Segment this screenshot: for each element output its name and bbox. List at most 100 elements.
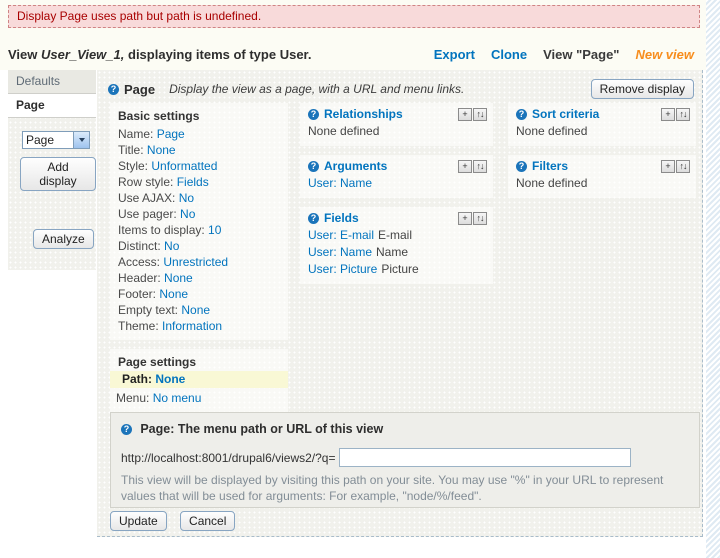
setting-label: Header: (118, 271, 161, 285)
setting-theme-link[interactable]: Information (162, 319, 222, 333)
setting-row-style-link[interactable]: Fields (177, 175, 209, 189)
path-label: Path: (122, 372, 152, 386)
setting-row-items: Items to display: 10 (118, 222, 282, 238)
argument-user-name-link[interactable]: User: Name (308, 176, 372, 190)
help-icon[interactable]: ? (308, 212, 319, 224)
rearrange-icon[interactable]: ↑↓ (676, 107, 690, 121)
relationships-header: ? Relationships + ↑↓ (308, 107, 487, 123)
setting-label: Footer: (118, 287, 157, 301)
settings-column-middle: ? Relationships + ↑↓ None defined ? Argu… (300, 103, 493, 293)
help-icon[interactable]: ? (516, 160, 527, 172)
help-icon[interactable]: ? (108, 83, 119, 95)
basic-settings-title: Basic settings (118, 109, 200, 123)
page-settings-block: Page settings Path: None Menu: No menu (110, 349, 288, 412)
add-icon[interactable]: + (458, 159, 472, 173)
rearrange-icon[interactable]: ↑↓ (473, 211, 487, 225)
menu-label: Menu: (116, 391, 150, 405)
rearrange-icon[interactable]: ↑↓ (473, 107, 487, 121)
display-sidebar: Defaults Page Page Add display Analyze (8, 70, 96, 270)
setting-access-link[interactable]: Unrestricted (163, 255, 228, 269)
setting-row-access: Access: Unrestricted (118, 254, 282, 270)
setting-pager-link[interactable]: No (180, 207, 195, 221)
setting-row-pager: Use pager: No (118, 206, 282, 222)
display-settings-panel: ? Page Display the view as a page, with … (97, 70, 703, 537)
new-view-link[interactable]: New view (635, 47, 694, 62)
setting-label: Name: (118, 127, 154, 141)
setting-title-link[interactable]: None (147, 143, 176, 157)
arguments-header: ? Arguments + ↑↓ (308, 159, 487, 175)
sort-criteria-block: ? Sort criteria + ↑↓ None defined (508, 103, 696, 146)
theme-edge-decoration (706, 0, 720, 558)
setting-label: Use pager: (118, 207, 177, 221)
filters-title-link[interactable]: Filters (532, 159, 661, 173)
path-setting-row: Path: None (110, 371, 288, 388)
setting-label: Theme: (118, 319, 159, 333)
filters-header: ? Filters + ↑↓ (516, 159, 690, 175)
field-picture-link[interactable]: User: Picture (308, 262, 377, 276)
add-display-button[interactable]: Add display (20, 157, 96, 191)
setting-row-ajax: Use AJAX: No (118, 190, 282, 206)
add-icon[interactable]: + (661, 107, 675, 121)
add-icon[interactable]: + (458, 211, 472, 225)
path-input[interactable] (339, 448, 632, 467)
basic-settings-block: Basic settings Name: Page Title: None St… (110, 103, 288, 340)
rearrange-icon[interactable]: ↑↓ (676, 159, 690, 173)
setting-footer-link[interactable]: None (159, 287, 188, 301)
menu-setting-row: Menu: No menu (110, 388, 288, 406)
field-item-email: User: E-mail E-mail (308, 227, 487, 244)
tab-page[interactable]: Page (8, 94, 96, 118)
setting-header-link[interactable]: None (164, 271, 193, 285)
menu-value-link[interactable]: No menu (153, 391, 202, 405)
field-name-link[interactable]: User: Name (308, 245, 372, 259)
setting-ajax-link[interactable]: No (179, 191, 194, 205)
clone-link[interactable]: Clone (491, 47, 527, 62)
view-header: View User_View_1, displaying items of ty… (8, 44, 702, 64)
setting-label: Row style: (118, 175, 174, 189)
view-page-link[interactable]: View "Page" (543, 47, 619, 62)
analyze-button[interactable]: Analyze (33, 229, 94, 249)
help-icon[interactable]: ? (308, 160, 319, 172)
sort-criteria-title-link[interactable]: Sort criteria (532, 107, 661, 121)
display-type-select[interactable]: Page (22, 131, 90, 149)
tab-defaults[interactable]: Defaults (8, 70, 96, 94)
arguments-title-link[interactable]: Arguments (324, 159, 458, 173)
setting-empty-text-link[interactable]: None (181, 303, 210, 317)
rearrange-icon[interactable]: ↑↓ (473, 159, 487, 173)
display-header: ? Page Display the view as a page, with … (97, 70, 702, 99)
field-name-label: Name (376, 245, 409, 259)
setting-style-link[interactable]: Unformatted (151, 159, 217, 173)
path-url-prefix: http://localhost:8001/drupal6/views2/?q= (121, 450, 336, 465)
filters-block: ? Filters + ↑↓ None defined (508, 155, 696, 198)
path-form-title: Page: The menu path or URL of this view (140, 422, 384, 436)
setting-label: Access: (118, 255, 161, 269)
fields-title-link[interactable]: Fields (324, 211, 458, 225)
path-value-link[interactable]: None (155, 372, 185, 386)
setting-label: Use AJAX: (118, 191, 176, 205)
field-email-link[interactable]: User: E-mail (308, 228, 374, 242)
relationships-empty-text: None defined (308, 124, 380, 138)
setting-label: Empty text: (118, 303, 179, 317)
argument-item: User: Name (308, 175, 487, 192)
setting-row-style: Style: Unformatted (118, 158, 282, 174)
setting-name-link[interactable]: Page (157, 127, 185, 141)
setting-row-footer: Footer: None (118, 286, 282, 302)
error-message-box: Display Page uses path but path is undef… (8, 5, 700, 28)
update-button[interactable]: Update (110, 511, 167, 531)
view-title-prefix: View (8, 46, 38, 62)
setting-label: Title: (118, 143, 144, 157)
form-buttons: Update Cancel (110, 511, 245, 531)
add-icon[interactable]: + (661, 159, 675, 173)
help-icon[interactable]: ? (308, 108, 319, 120)
relationships-title-link[interactable]: Relationships (324, 107, 458, 121)
help-icon[interactable]: ? (516, 108, 527, 120)
help-icon[interactable]: ? (121, 424, 132, 436)
export-link[interactable]: Export (434, 47, 475, 62)
view-title-suffix: displaying items of type User. (128, 46, 312, 62)
add-icon[interactable]: + (458, 107, 472, 121)
fields-block: ? Fields + ↑↓ User: E-mail E-mail User: N… (300, 207, 493, 284)
remove-display-button[interactable]: Remove display (590, 79, 694, 99)
view-title: View User_View_1, displaying items of ty… (8, 47, 434, 62)
setting-items-link[interactable]: 10 (208, 223, 221, 237)
cancel-button[interactable]: Cancel (180, 511, 236, 531)
setting-distinct-link[interactable]: No (164, 239, 179, 253)
